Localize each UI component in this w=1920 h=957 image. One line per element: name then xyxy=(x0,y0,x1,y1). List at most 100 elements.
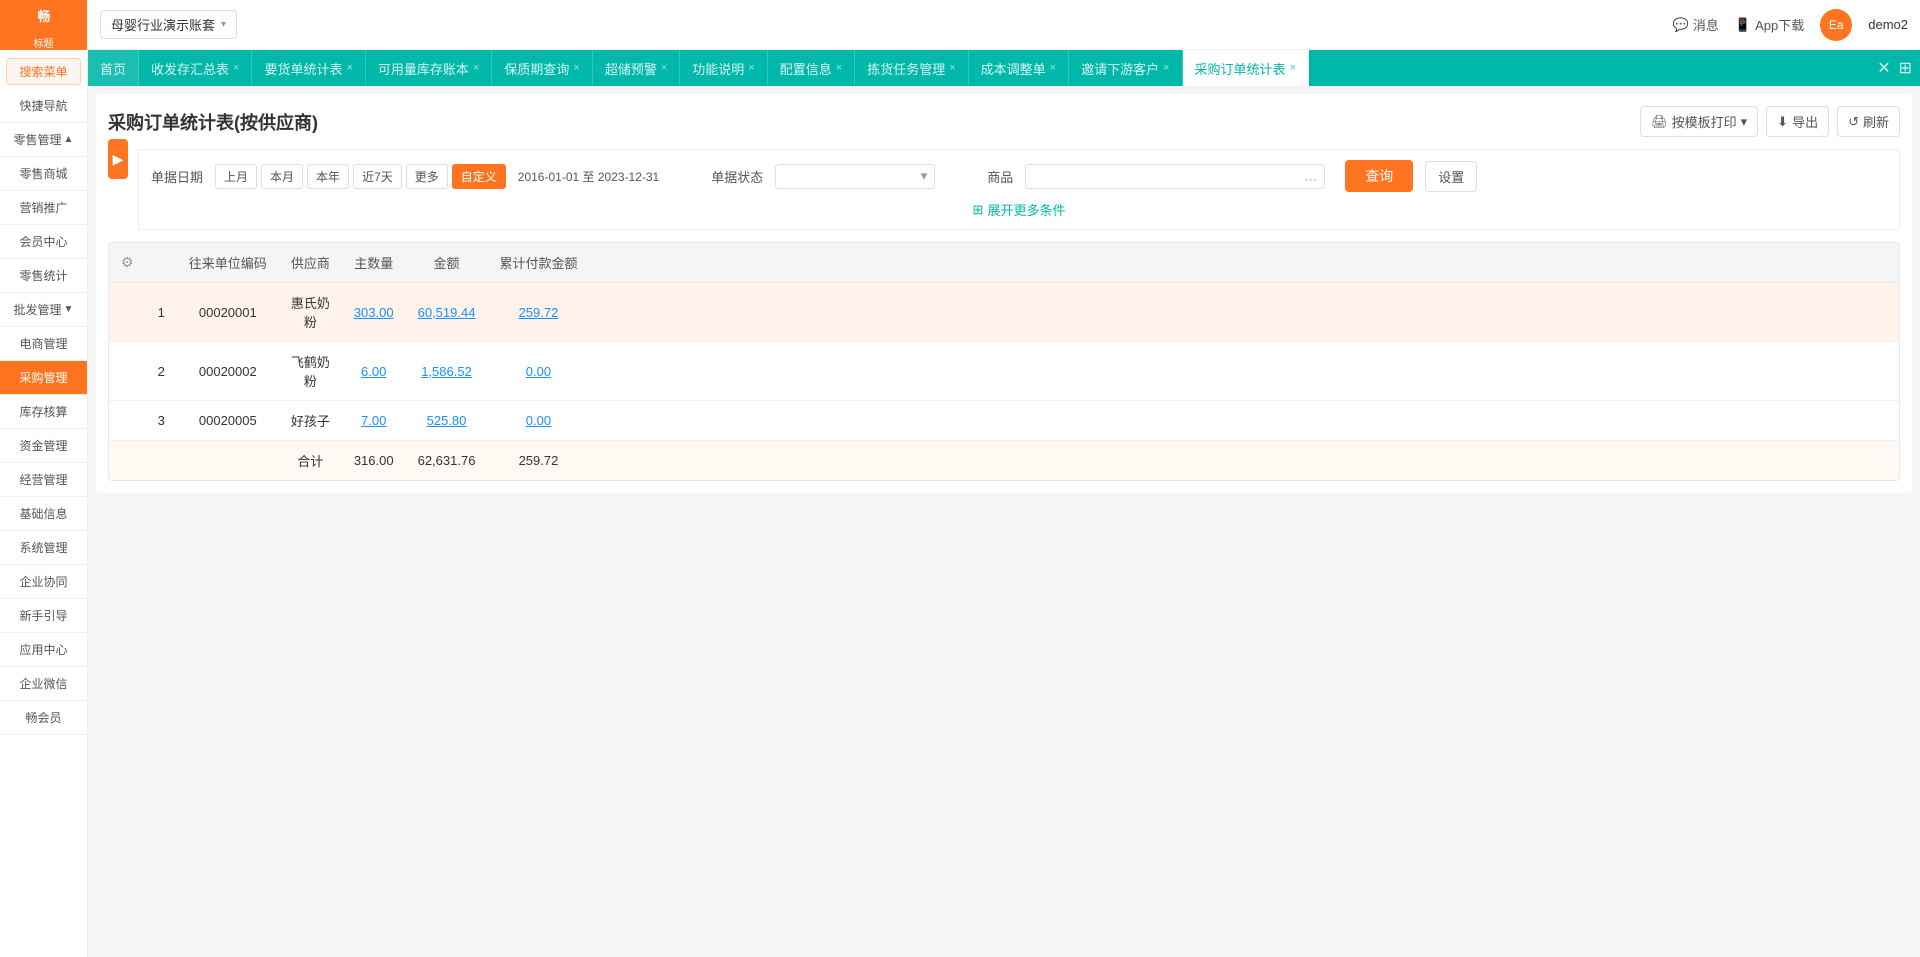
amount-link[interactable]: 525.80 xyxy=(427,413,467,428)
tab-baozhi[interactable]: 保质期查询 × xyxy=(492,50,592,86)
sidebar-item-retail[interactable]: 零售管理 ▲ xyxy=(0,123,87,157)
user-avatar[interactable]: Ea xyxy=(1820,9,1852,41)
message-button[interactable]: 💬 消息 xyxy=(1673,15,1719,34)
tab-gongneng[interactable]: 功能说明 × xyxy=(680,50,767,86)
sidebar-item-system[interactable]: 系统管理 xyxy=(0,531,87,565)
tab-baozhi-label: 保质期查询 xyxy=(504,59,569,78)
close-all-tabs-icon[interactable]: ✕ xyxy=(1877,58,1890,78)
date-btn-custom[interactable]: 自定义 xyxy=(452,164,506,189)
date-btn-7days[interactable]: 近7天 xyxy=(353,164,402,189)
print-icon: 🖨 xyxy=(1651,114,1668,130)
close-chengben-icon[interactable]: × xyxy=(1050,62,1056,74)
message-label: 消息 xyxy=(1693,15,1719,34)
paid-link[interactable]: 0.00 xyxy=(526,413,551,428)
row-qty-cell: 303.00 xyxy=(342,283,406,342)
sidebar-item-vip[interactable]: 畅会员 xyxy=(0,701,87,735)
qty-link[interactable]: 6.00 xyxy=(361,364,386,379)
sidebar-item-inventory[interactable]: 库存核算 xyxy=(0,395,87,429)
close-baozhi-icon[interactable]: × xyxy=(573,62,579,74)
sidebar-item-wholesale[interactable]: 批发管理 ▼ xyxy=(0,293,87,327)
sidebar-item-wechat[interactable]: 企业微信 xyxy=(0,667,87,701)
close-pihuo-icon[interactable]: × xyxy=(949,62,955,74)
search-menu-button[interactable]: 搜索菜单 xyxy=(6,58,81,85)
tab-chaochu[interactable]: 超储预警 × xyxy=(593,50,680,86)
date-btn-last-month[interactable]: 上月 xyxy=(215,164,257,189)
status-filter-label: 单据状态 xyxy=(711,167,763,186)
sidebar-item-finance[interactable]: 资金管理 xyxy=(0,429,87,463)
paid-link[interactable]: 0.00 xyxy=(526,364,551,379)
sidebar-item-appstore[interactable]: 应用中心 xyxy=(0,633,87,667)
tab-yaohuo[interactable]: 要货单统计表 × xyxy=(252,50,365,86)
date-btn-this-year[interactable]: 本年 xyxy=(307,164,349,189)
tab-pihuo-label: 拣货任务管理 xyxy=(867,59,945,78)
tab-yaoqing-label: 邀请下游客户 xyxy=(1081,59,1159,78)
goods-input-more-icon[interactable]: … xyxy=(1304,169,1317,184)
close-peizhi-icon[interactable]: × xyxy=(836,62,842,74)
close-shoufa-icon[interactable]: × xyxy=(233,62,239,74)
row-code-cell: 00020005 xyxy=(177,401,279,441)
sidebar-search-area: 搜索菜单 xyxy=(0,50,87,89)
date-btn-this-month[interactable]: 本月 xyxy=(261,164,303,189)
row-supplier-cell: 好孩子 xyxy=(279,401,342,441)
qty-link[interactable]: 7.00 xyxy=(361,413,386,428)
tab-shoufa[interactable]: 收发存汇总表 × xyxy=(139,50,252,86)
table-row: 1 00020001 惠氏奶粉 303.00 60,519.44 259.72 xyxy=(109,283,1899,342)
settings-button[interactable]: 设置 xyxy=(1425,161,1477,192)
qty-link[interactable]: 303.00 xyxy=(354,305,394,320)
sidebar-item-retail-store[interactable]: 零售商城 xyxy=(0,157,87,191)
close-chaochu-icon[interactable]: × xyxy=(661,62,667,74)
maximize-icon[interactable]: ⊞ xyxy=(1899,58,1912,78)
row-paid-cell: 259.72 xyxy=(487,283,589,342)
close-yaoqing-icon[interactable]: × xyxy=(1163,62,1169,74)
query-button[interactable]: 查询 xyxy=(1345,160,1413,192)
logo-text: 标题 xyxy=(34,35,54,50)
sidebar-item-newbie[interactable]: 新手引导 xyxy=(0,599,87,633)
tab-peizhi[interactable]: 配置信息 × xyxy=(768,50,855,86)
user-avatar-text: Ea xyxy=(1829,18,1844,32)
expand-more-conditions-button[interactable]: ⊞ 展开更多条件 xyxy=(151,200,1887,219)
data-table: ⚙ 往来单位编码 供应商 主数量 金额 累计付款金额 xyxy=(109,243,1899,480)
expand-arrow-icon: ▲ xyxy=(64,134,74,145)
sidebar-item-shortcut[interactable]: 快捷导航 xyxy=(0,89,87,123)
refresh-button[interactable]: ↺ 刷新 xyxy=(1837,106,1900,137)
tab-chengben[interactable]: 成本调整单 × xyxy=(969,50,1069,86)
goods-filter-label: 商品 xyxy=(987,167,1013,186)
tab-pihuo[interactable]: 拣货任务管理 × xyxy=(855,50,968,86)
filter-toggle-button[interactable]: ▶ xyxy=(108,139,128,179)
logo-icon: 畅 xyxy=(26,0,62,33)
amount-link[interactable]: 60,519.44 xyxy=(418,305,476,320)
sidebar-item-ecommerce[interactable]: 电商管理 xyxy=(0,327,87,361)
app-download-button[interactable]: 📱 App下载 xyxy=(1735,15,1804,34)
user-name[interactable]: demo2 xyxy=(1868,17,1908,32)
print-button[interactable]: 🖨 按模板打印 ▾ xyxy=(1640,106,1758,137)
sidebar-item-retail-stat[interactable]: 零售统计 xyxy=(0,259,87,293)
sidebar-logo[interactable]: 畅 标题 xyxy=(0,0,87,50)
sidebar-item-member[interactable]: 会员中心 xyxy=(0,225,87,259)
sidebar-item-enterprise[interactable]: 企业协同 xyxy=(0,565,87,599)
tab-caigou[interactable]: 采购订单统计表 × xyxy=(1183,50,1309,86)
close-gongneng-icon[interactable]: × xyxy=(748,62,754,74)
paid-link[interactable]: 259.72 xyxy=(519,305,559,320)
tab-chaochu-label: 超储预警 xyxy=(605,59,657,78)
close-kucun-icon[interactable]: × xyxy=(473,62,479,74)
sidebar-item-operation[interactable]: 经营管理 xyxy=(0,463,87,497)
column-setting-icon[interactable]: ⚙ xyxy=(121,254,134,270)
status-select[interactable] xyxy=(775,164,935,189)
workspace-selector[interactable]: 母婴行业演示账套 ▾ xyxy=(100,10,237,39)
date-btn-more[interactable]: 更多 xyxy=(406,164,448,189)
table-header-row: ⚙ 往来单位编码 供应商 主数量 金额 累计付款金额 xyxy=(109,243,1899,283)
tab-home[interactable]: 首页 xyxy=(88,50,139,86)
export-button[interactable]: ⬇ 导出 xyxy=(1766,106,1829,137)
close-caigou-icon[interactable]: × xyxy=(1290,62,1296,74)
sidebar-item-marketing[interactable]: 营销推广 xyxy=(0,191,87,225)
sidebar-item-basic[interactable]: 基础信息 xyxy=(0,497,87,531)
expand-down-icon: ⊞ xyxy=(973,202,984,218)
status-select-wrapper xyxy=(775,164,935,189)
row-paid-cell: 0.00 xyxy=(487,342,589,401)
close-yaohuo-icon[interactable]: × xyxy=(346,62,352,74)
tab-yaoqing[interactable]: 邀请下游客户 × xyxy=(1069,50,1182,86)
tab-kucun[interactable]: 可用量库存账本 × xyxy=(366,50,492,86)
amount-link[interactable]: 1,586.52 xyxy=(421,364,472,379)
sidebar-item-purchase[interactable]: 采购管理 xyxy=(0,361,87,395)
goods-input[interactable] xyxy=(1025,164,1325,189)
